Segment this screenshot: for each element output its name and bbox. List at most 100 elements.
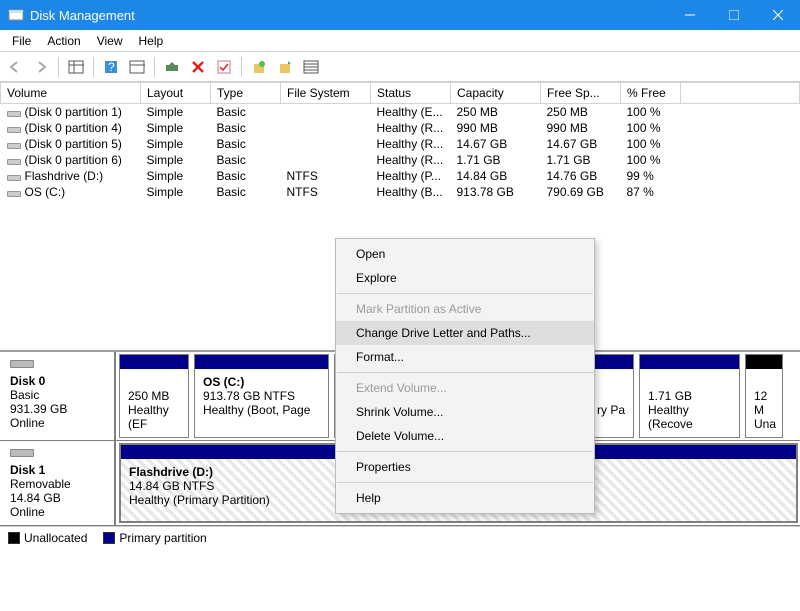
disk-0-partition-1[interactable]: 250 MB Healthy (EF (119, 354, 189, 438)
col-fs[interactable]: File System (281, 83, 371, 104)
col-volume[interactable]: Volume (1, 83, 141, 104)
table-row[interactable]: OS (C:)SimpleBasicNTFSHealthy (B...913.7… (1, 184, 800, 200)
menubar: File Action View Help (0, 30, 800, 52)
refresh-icon[interactable] (161, 56, 183, 78)
ctx-explore[interactable]: Explore (336, 266, 594, 290)
svg-text:?: ? (108, 60, 115, 74)
partition-header (195, 355, 328, 369)
disk-0-unallocated[interactable]: 12 M Una (745, 354, 783, 438)
check-icon[interactable] (213, 56, 235, 78)
col-capacity[interactable]: Capacity (451, 83, 541, 104)
disk-icon (10, 447, 36, 459)
disk-0-partition-recovery[interactable]: 1.71 GB Healthy (Recove (639, 354, 740, 438)
partition-header (640, 355, 739, 369)
ctx-shrink-volume[interactable]: Shrink Volume... (336, 400, 594, 424)
volume-icon (7, 172, 22, 182)
disk-0-info[interactable]: Disk 0 Basic 931.39 GB Online (0, 352, 116, 440)
delete-icon[interactable] (187, 56, 209, 78)
ctx-mark-active: Mark Partition as Active (336, 297, 594, 321)
menu-action[interactable]: Action (39, 32, 88, 50)
volume-icon (7, 124, 22, 134)
titlebar: Disk Management (0, 0, 800, 30)
disk-0-status: Online (10, 416, 104, 430)
disk-0-size: 931.39 GB (10, 402, 104, 416)
volume-icon (7, 140, 22, 150)
column-headers: Volume Layout Type File System Status Ca… (1, 83, 800, 104)
toolbar-separator (241, 57, 242, 77)
disk-icon (10, 358, 36, 370)
col-free[interactable]: Free Sp... (541, 83, 621, 104)
volume-icon (7, 156, 22, 166)
partition-size: 913.78 GB NTFS (203, 389, 320, 403)
ctx-separator (337, 372, 593, 373)
toolbar-separator (154, 57, 155, 77)
col-type[interactable]: Type (211, 83, 281, 104)
forward-icon (30, 56, 52, 78)
partition-header (120, 355, 188, 369)
ctx-separator (337, 293, 593, 294)
ctx-separator (337, 451, 593, 452)
table-row[interactable]: (Disk 0 partition 4)SimpleBasicHealthy (… (1, 120, 800, 136)
partition-status: Healthy (Recove (648, 403, 731, 431)
toolbar-separator (93, 57, 94, 77)
show-hide-icon[interactable] (65, 56, 87, 78)
disk-1-info[interactable]: Disk 1 Removable 14.84 GB Online (0, 441, 116, 525)
legend-label: Primary partition (119, 531, 206, 545)
menu-view[interactable]: View (89, 32, 131, 50)
swatch-primary (103, 532, 115, 544)
disk-0-name: Disk 0 (10, 374, 45, 388)
col-pct[interactable]: % Free (621, 83, 681, 104)
table-row[interactable]: (Disk 0 partition 6)SimpleBasicHealthy (… (1, 152, 800, 168)
disk-1-name: Disk 1 (10, 463, 45, 477)
menu-help[interactable]: Help (131, 32, 172, 50)
ctx-delete-volume[interactable]: Delete Volume... (336, 424, 594, 448)
new-volume-icon[interactable] (248, 56, 270, 78)
attach-vhd-icon[interactable] (274, 56, 296, 78)
toolbar-separator (58, 57, 59, 77)
table-row[interactable]: (Disk 0 partition 1)SimpleBasicHealthy (… (1, 104, 800, 121)
ctx-format[interactable]: Format... (336, 345, 594, 369)
partition-size: 1.71 GB (648, 389, 731, 403)
partition-name: OS (C:) (203, 375, 244, 389)
disk-1-status: Online (10, 505, 104, 519)
partition-status: Healthy (EF (128, 403, 180, 431)
toolbar: ? (0, 52, 800, 82)
partition-size: 250 MB (128, 389, 180, 403)
ctx-change-drive-letter[interactable]: Change Drive Letter and Paths... (336, 321, 594, 345)
ctx-open[interactable]: Open (336, 242, 594, 266)
col-status[interactable]: Status (371, 83, 451, 104)
legend-label: Unallocated (24, 531, 87, 545)
legend-unallocated: Unallocated (8, 531, 87, 545)
partition-status: Healthy (Boot, Page (203, 403, 320, 417)
settings-icon[interactable] (126, 56, 148, 78)
partition-name: Flashdrive (D:) (129, 465, 213, 479)
close-button[interactable] (756, 0, 800, 30)
properties-icon[interactable] (300, 56, 322, 78)
partition-size: 12 M (754, 389, 774, 417)
help-icon[interactable]: ? (100, 56, 122, 78)
context-menu: Open Explore Mark Partition as Active Ch… (335, 238, 595, 514)
menu-file[interactable]: File (4, 32, 39, 50)
maximize-button[interactable] (712, 0, 756, 30)
disk-1-type: Removable (10, 477, 104, 491)
ctx-properties[interactable]: Properties (336, 455, 594, 479)
swatch-unallocated (8, 532, 20, 544)
ctx-help[interactable]: Help (336, 486, 594, 510)
volume-icon (7, 188, 22, 198)
partition-header (746, 355, 782, 369)
col-layout[interactable]: Layout (141, 83, 211, 104)
disk-0-type: Basic (10, 388, 104, 402)
ctx-separator (337, 482, 593, 483)
back-icon (4, 56, 26, 78)
app-icon (8, 7, 24, 23)
table-row[interactable]: Flashdrive (D:)SimpleBasicNTFSHealthy (P… (1, 168, 800, 184)
ctx-extend-volume: Extend Volume... (336, 376, 594, 400)
window-title: Disk Management (30, 8, 668, 23)
col-extra[interactable] (681, 83, 800, 104)
volume-icon (7, 108, 22, 118)
disk-0-partition-os[interactable]: OS (C:) 913.78 GB NTFS Healthy (Boot, Pa… (194, 354, 329, 438)
table-row[interactable]: (Disk 0 partition 5)SimpleBasicHealthy (… (1, 136, 800, 152)
legend: Unallocated Primary partition (0, 526, 800, 549)
partition-status: Una (754, 417, 774, 431)
minimize-button[interactable] (668, 0, 712, 30)
